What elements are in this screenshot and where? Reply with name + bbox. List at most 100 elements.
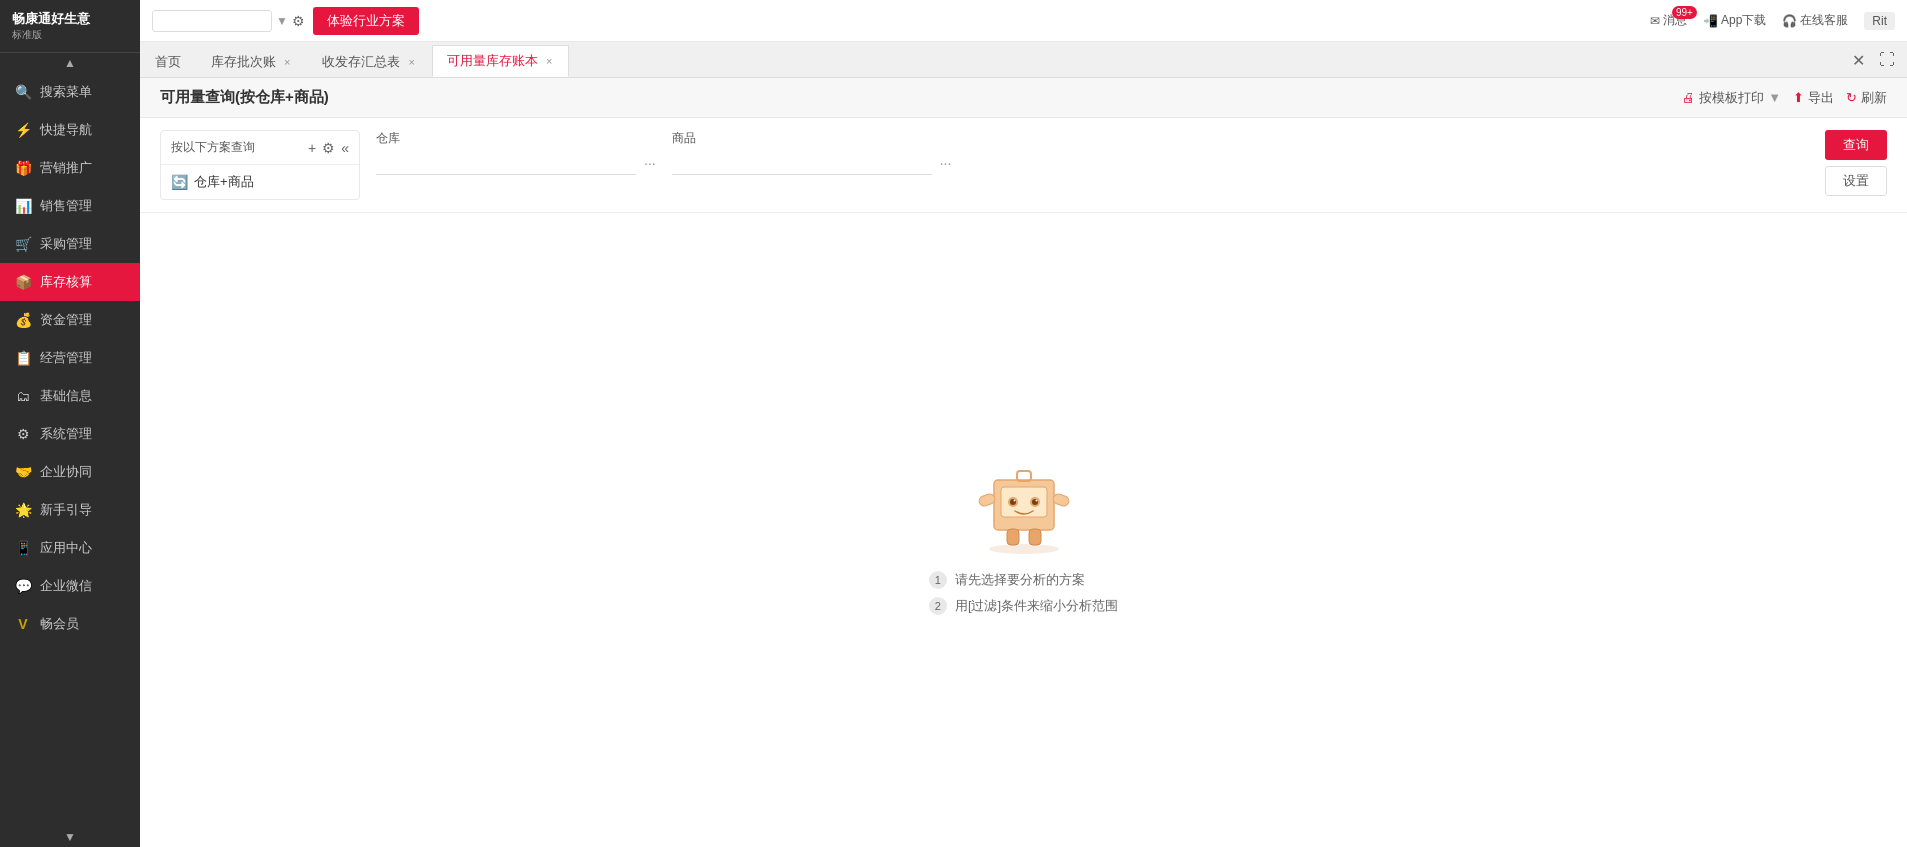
tip-text-1: 请先选择要分析的方案 — [955, 571, 1085, 589]
filter-fields: 仓库 ··· 商品 ··· — [376, 130, 1813, 175]
refresh-label: 刷新 — [1861, 89, 1887, 107]
sidebar-item-label: 企业协同 — [40, 463, 92, 481]
empty-tips: 1 请先选择要分析的方案 2 用[过滤]条件来缩小分析范围 — [929, 571, 1118, 615]
online-service-button[interactable]: 🎧 在线客服 — [1782, 12, 1848, 29]
trial-industry-button[interactable]: 体验行业方案 — [313, 7, 419, 35]
refresh-icon: ↻ — [1846, 90, 1857, 105]
warehouse-filter-label: 仓库 — [376, 130, 660, 147]
sidebar-item-operation[interactable]: 📋 经营管理 — [0, 339, 140, 377]
tab-collect-ledger[interactable]: 收发存汇总表 × — [307, 45, 431, 77]
svg-point-12 — [989, 544, 1059, 554]
sidebar-item-label: 资金管理 — [40, 311, 92, 329]
refresh-button[interactable]: ↻ 刷新 — [1846, 89, 1887, 107]
empty-illustration — [969, 445, 1079, 555]
sidebar-item-inventory[interactable]: 📦 库存核算 — [0, 263, 140, 301]
svg-rect-11 — [1029, 529, 1041, 545]
print-label: 按模板打印 — [1699, 89, 1764, 107]
user-avatar-button[interactable]: Rit — [1864, 12, 1895, 30]
page-content: 可用量查询(按仓库+商品) 🖨 按模板打印 ▼ ⬆ 导出 ↻ 刷新 — [140, 78, 1907, 847]
sidebar-item-member[interactable]: V 畅会员 — [0, 605, 140, 643]
goods-input[interactable] — [672, 151, 932, 175]
folder-icon: 🗂 — [14, 388, 32, 404]
message-badge: 99+ — [1672, 6, 1697, 19]
goods-dots-button[interactable]: ··· — [936, 153, 956, 173]
page-header: 可用量查询(按仓库+商品) 🖨 按模板打印 ▼ ⬆ 导出 ↻ 刷新 — [140, 78, 1907, 118]
edition-label: 标准版 — [12, 28, 128, 42]
close-tab-button[interactable]: ✕ — [1848, 48, 1869, 71]
print-button[interactable]: 🖨 按模板打印 ▼ — [1682, 89, 1781, 107]
sidebar-item-finance[interactable]: 💰 资金管理 — [0, 301, 140, 339]
sidebar-item-label: 企业微信 — [40, 577, 92, 595]
sidebar-item-label: 库存核算 — [40, 273, 92, 291]
sidebar-scroll-up[interactable]: ▲ — [0, 53, 140, 73]
sidebar-item-label: 新手引导 — [40, 501, 92, 519]
sidebar-item-label: 采购管理 — [40, 235, 92, 253]
scheme-collapse-icon[interactable]: « — [341, 140, 349, 156]
export-label: 导出 — [1808, 89, 1834, 107]
warehouse-dots-button[interactable]: ··· — [640, 153, 660, 173]
app-download-label: App下载 — [1721, 12, 1766, 29]
empty-tip-1: 1 请先选择要分析的方案 — [929, 571, 1118, 589]
app-download-button[interactable]: 📲 App下载 — [1703, 12, 1766, 29]
scheme-refresh-icon: 🔄 — [171, 174, 188, 190]
user-name: Rit — [1872, 14, 1887, 28]
query-button[interactable]: 查询 — [1825, 130, 1887, 160]
tip-num-1: 1 — [929, 571, 947, 589]
svg-rect-1 — [1001, 487, 1047, 517]
tab-batch-close-icon[interactable]: × — [282, 55, 292, 69]
sidebar-item-enterprise[interactable]: 🤝 企业协同 — [0, 453, 140, 491]
topbar-search-area: ▼ ⚙ — [152, 10, 305, 32]
scheme-header: 按以下方案查询 + ⚙ « — [161, 131, 359, 165]
svg-rect-10 — [1007, 529, 1019, 545]
sidebar-item-guide[interactable]: 🌟 新手引导 — [0, 491, 140, 529]
sidebar-item-basic[interactable]: 🗂 基础信息 — [0, 377, 140, 415]
topbar-gear-icon[interactable]: ⚙ — [292, 13, 305, 29]
tab-available-label: 可用量库存账本 — [447, 52, 538, 70]
cart-icon: 🛒 — [14, 236, 32, 252]
expand-tab-button[interactable]: ⛶ — [1875, 48, 1899, 71]
message-icon: ✉ — [1650, 14, 1660, 28]
topbar-chevron-icon[interactable]: ▼ — [276, 14, 288, 28]
sidebar-item-appstore[interactable]: 📱 应用中心 — [0, 529, 140, 567]
tab-collect-close-icon[interactable]: × — [406, 55, 416, 69]
tab-available-close-icon[interactable]: × — [544, 54, 554, 68]
sidebar-item-sales[interactable]: 📊 销售管理 — [0, 187, 140, 225]
app-name: 畅康通好生意 — [12, 10, 128, 28]
chart-icon: 📊 — [14, 198, 32, 214]
sidebar-item-marketing[interactable]: 🎁 营销推广 — [0, 149, 140, 187]
sidebar-item-purchase[interactable]: 🛒 采购管理 — [0, 225, 140, 263]
tab-home[interactable]: 首页 — [140, 45, 196, 77]
sidebar-item-shortcut[interactable]: ⚡ 快捷导航 — [0, 111, 140, 149]
scheme-add-icon[interactable]: + — [308, 140, 316, 156]
svg-point-7 — [1035, 500, 1037, 502]
sidebar-item-wechat[interactable]: 💬 企业微信 — [0, 567, 140, 605]
export-button[interactable]: ⬆ 导出 — [1793, 89, 1834, 107]
main-area: ▼ ⚙ 体验行业方案 ✉ 消息 99+ 📲 App下载 🎧 在线客服 Rit — [140, 0, 1907, 847]
message-button[interactable]: ✉ 消息 99+ — [1650, 12, 1687, 29]
sidebar-item-system[interactable]: ⚙ 系统管理 — [0, 415, 140, 453]
sidebar-scroll-down[interactable]: ▼ — [0, 827, 140, 847]
print-chevron-icon: ▼ — [1768, 90, 1781, 105]
tab-batch-ledger[interactable]: 库存批次账 × — [196, 45, 307, 77]
scheme-actions: + ⚙ « — [308, 140, 349, 156]
gear-icon: ⚙ — [14, 426, 32, 442]
topbar-search-input[interactable] — [152, 10, 272, 32]
printer-icon: 🖨 — [1682, 90, 1695, 105]
money-icon: 💰 — [14, 312, 32, 328]
sidebar-nav: 🔍 搜索菜单 ⚡ 快捷导航 🎁 营销推广 📊 销售管理 🛒 采购管理 📦 库存核… — [0, 73, 140, 827]
goods-filter-group: 商品 ··· — [672, 130, 956, 175]
settings-button[interactable]: 设置 — [1825, 166, 1887, 196]
gift-icon: 🎁 — [14, 160, 32, 176]
box-icon: 📦 — [14, 274, 32, 290]
sidebar-item-search[interactable]: 🔍 搜索菜单 — [0, 73, 140, 111]
mobile-icon: 📱 — [14, 540, 32, 556]
svg-point-6 — [1013, 500, 1015, 502]
empty-tip-2: 2 用[过滤]条件来缩小分析范围 — [929, 597, 1118, 615]
vip-icon: V — [14, 616, 32, 632]
tip-text-2: 用[过滤]条件来缩小分析范围 — [955, 597, 1118, 615]
scheme-settings-icon[interactable]: ⚙ — [322, 140, 335, 156]
sidebar-item-label: 基础信息 — [40, 387, 92, 405]
tab-available-ledger[interactable]: 可用量库存账本 × — [432, 45, 569, 77]
warehouse-input[interactable] — [376, 151, 636, 175]
scheme-item-warehouse-goods[interactable]: 🔄 仓库+商品 — [161, 165, 359, 199]
